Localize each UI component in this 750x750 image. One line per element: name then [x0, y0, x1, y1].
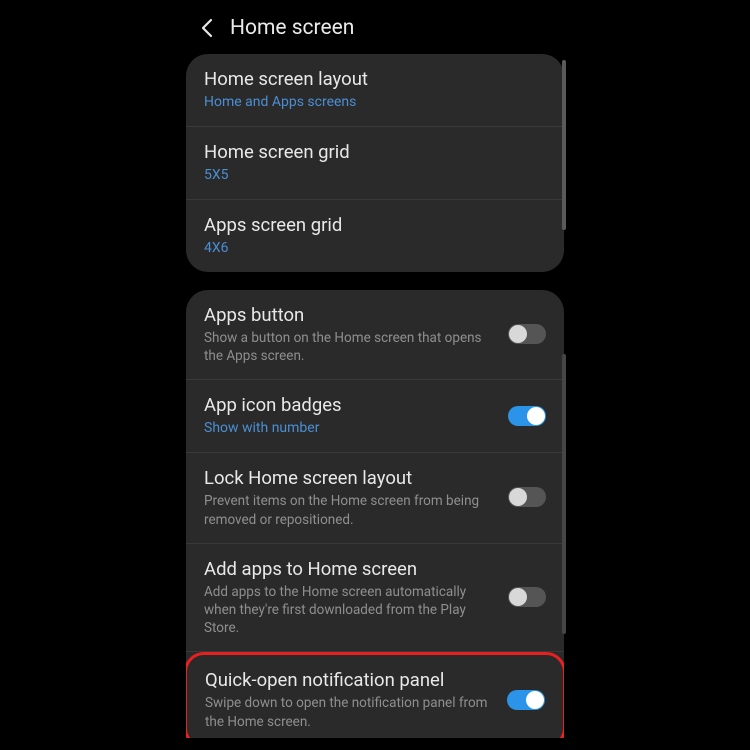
- settings-content[interactable]: Home screen layout Home and Apps screens…: [180, 54, 570, 738]
- toggle-apps-button[interactable]: [508, 324, 546, 344]
- scrollbar-segment[interactable]: [562, 60, 566, 230]
- item-home-screen-layout[interactable]: Home screen layout Home and Apps screens: [186, 54, 564, 127]
- settings-group-layout: Home screen layout Home and Apps screens…: [186, 54, 564, 272]
- item-title: App icon badges: [204, 393, 496, 417]
- item-apps-screen-grid[interactable]: Apps screen grid 4X6: [186, 200, 564, 272]
- item-lock-home-screen-layout[interactable]: Lock Home screen layout Prevent items on…: [186, 453, 564, 543]
- item-subtitle: Home and Apps screens: [204, 93, 546, 112]
- item-app-icon-badges[interactable]: App icon badges Show with number: [186, 380, 564, 453]
- item-home-screen-grid[interactable]: Home screen grid 5X5: [186, 127, 564, 200]
- highlighted-item: Quick-open notification panel Swipe down…: [186, 652, 564, 738]
- page-title: Home screen: [230, 16, 354, 40]
- item-title: Apps screen grid: [204, 213, 546, 237]
- toggle-lock-layout[interactable]: [508, 487, 546, 507]
- item-title: Home screen grid: [204, 140, 546, 164]
- phone-frame: Home screen Home screen layout Home and …: [180, 0, 570, 750]
- item-title: Apps button: [204, 303, 496, 327]
- item-subtitle: 5X5: [204, 166, 546, 185]
- item-subtitle: Swipe down to open the notification pane…: [205, 694, 495, 730]
- item-title: Lock Home screen layout: [204, 466, 496, 490]
- settings-group-options: Apps button Show a button on the Home sc…: [186, 290, 564, 738]
- toggle-quick-open-notification[interactable]: [507, 690, 545, 710]
- header: Home screen: [180, 6, 570, 54]
- item-title: Quick-open notification panel: [205, 668, 495, 692]
- toggle-app-icon-badges[interactable]: [508, 406, 546, 426]
- item-subtitle: Show a button on the Home screen that op…: [204, 329, 496, 365]
- scrollbar-segment[interactable]: [562, 354, 566, 634]
- item-apps-button[interactable]: Apps button Show a button on the Home sc…: [186, 290, 564, 380]
- item-title: Home screen layout: [204, 67, 546, 91]
- back-icon[interactable]: [198, 19, 216, 37]
- item-quick-open-notification-panel[interactable]: Quick-open notification panel Swipe down…: [187, 655, 563, 738]
- item-title: Add apps to Home screen: [204, 557, 496, 581]
- item-subtitle: Show with number: [204, 419, 496, 438]
- item-subtitle: 4X6: [204, 239, 546, 258]
- item-subtitle: Add apps to the Home screen automaticall…: [204, 583, 496, 638]
- item-add-apps-to-home[interactable]: Add apps to Home screen Add apps to the …: [186, 544, 564, 653]
- toggle-add-apps[interactable]: [508, 587, 546, 607]
- item-subtitle: Prevent items on the Home screen from be…: [204, 492, 496, 528]
